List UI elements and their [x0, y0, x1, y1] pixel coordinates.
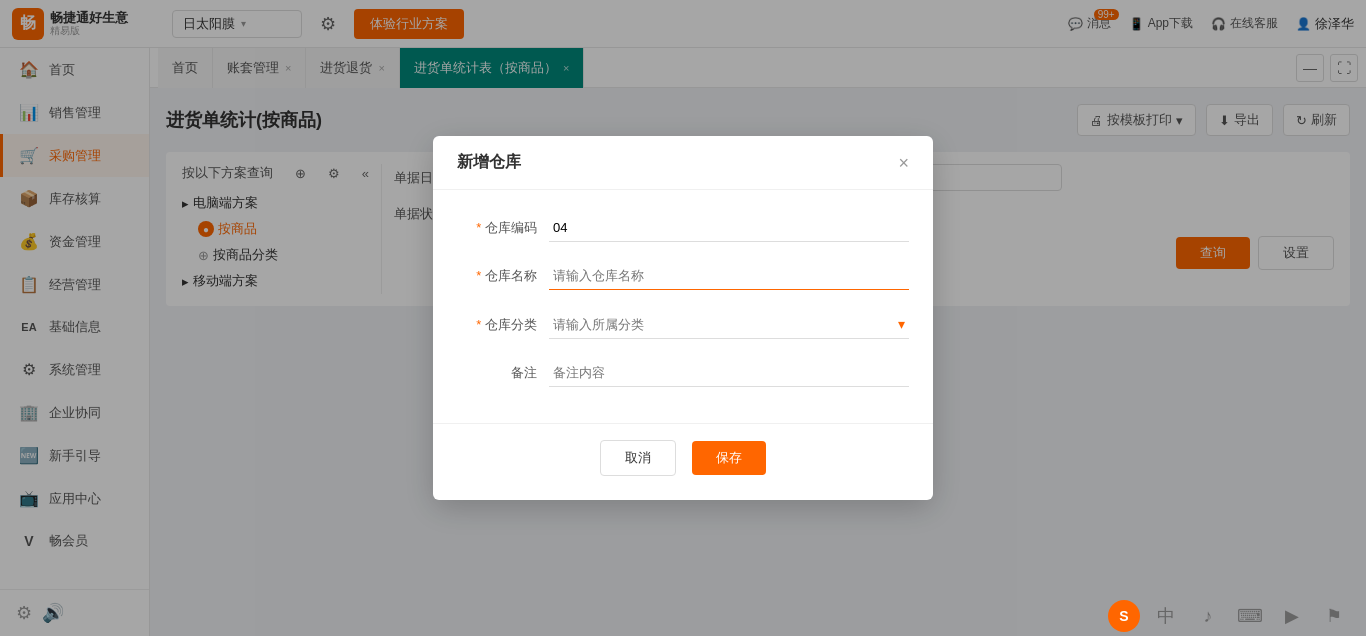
keyboard-icon[interactable]: ⌨	[1234, 600, 1266, 632]
category-label: 仓库分类	[457, 316, 537, 334]
category-dropdown-icon[interactable]: ▾	[898, 316, 905, 332]
code-label: 仓库编码	[457, 219, 537, 237]
name-input[interactable]	[549, 262, 909, 290]
new-warehouse-modal: 新增仓库 × 仓库编码 仓库名称 仓库分类 ▾ 备注	[433, 136, 933, 500]
remark-label: 备注	[457, 364, 537, 382]
remark-input[interactable]	[549, 359, 909, 387]
cancel-button[interactable]: 取消	[600, 440, 676, 476]
code-input[interactable]	[549, 214, 909, 242]
category-select-row[interactable]: ▾	[549, 310, 909, 339]
form-row-category: 仓库分类 ▾	[457, 310, 909, 339]
name-label: 仓库名称	[457, 267, 537, 285]
form-row-code: 仓库编码	[457, 214, 909, 242]
modal-footer: 取消 保存	[433, 423, 933, 500]
category-input[interactable]	[553, 317, 898, 332]
form-row-remark: 备注	[457, 359, 909, 387]
modal-body: 仓库编码 仓库名称 仓库分类 ▾ 备注	[433, 190, 933, 423]
form-row-name: 仓库名称	[457, 262, 909, 290]
save-button[interactable]: 保存	[692, 441, 766, 475]
modal-overlay[interactable]: 新增仓库 × 仓库编码 仓库名称 仓库分类 ▾ 备注	[0, 0, 1366, 636]
audio-icon[interactable]: ♪	[1192, 600, 1224, 632]
chinese-input-icon[interactable]: 中	[1150, 600, 1182, 632]
s-logo: S	[1108, 600, 1140, 632]
play-icon[interactable]: ▶	[1276, 600, 1308, 632]
modal-title: 新增仓库	[457, 152, 521, 173]
modal-header: 新增仓库 ×	[433, 136, 933, 190]
flag-icon[interactable]: ⚑	[1318, 600, 1350, 632]
bottom-bar: S 中 ♪ ⌨ ▶ ⚑	[1092, 596, 1366, 636]
modal-close-button[interactable]: ×	[898, 154, 909, 172]
